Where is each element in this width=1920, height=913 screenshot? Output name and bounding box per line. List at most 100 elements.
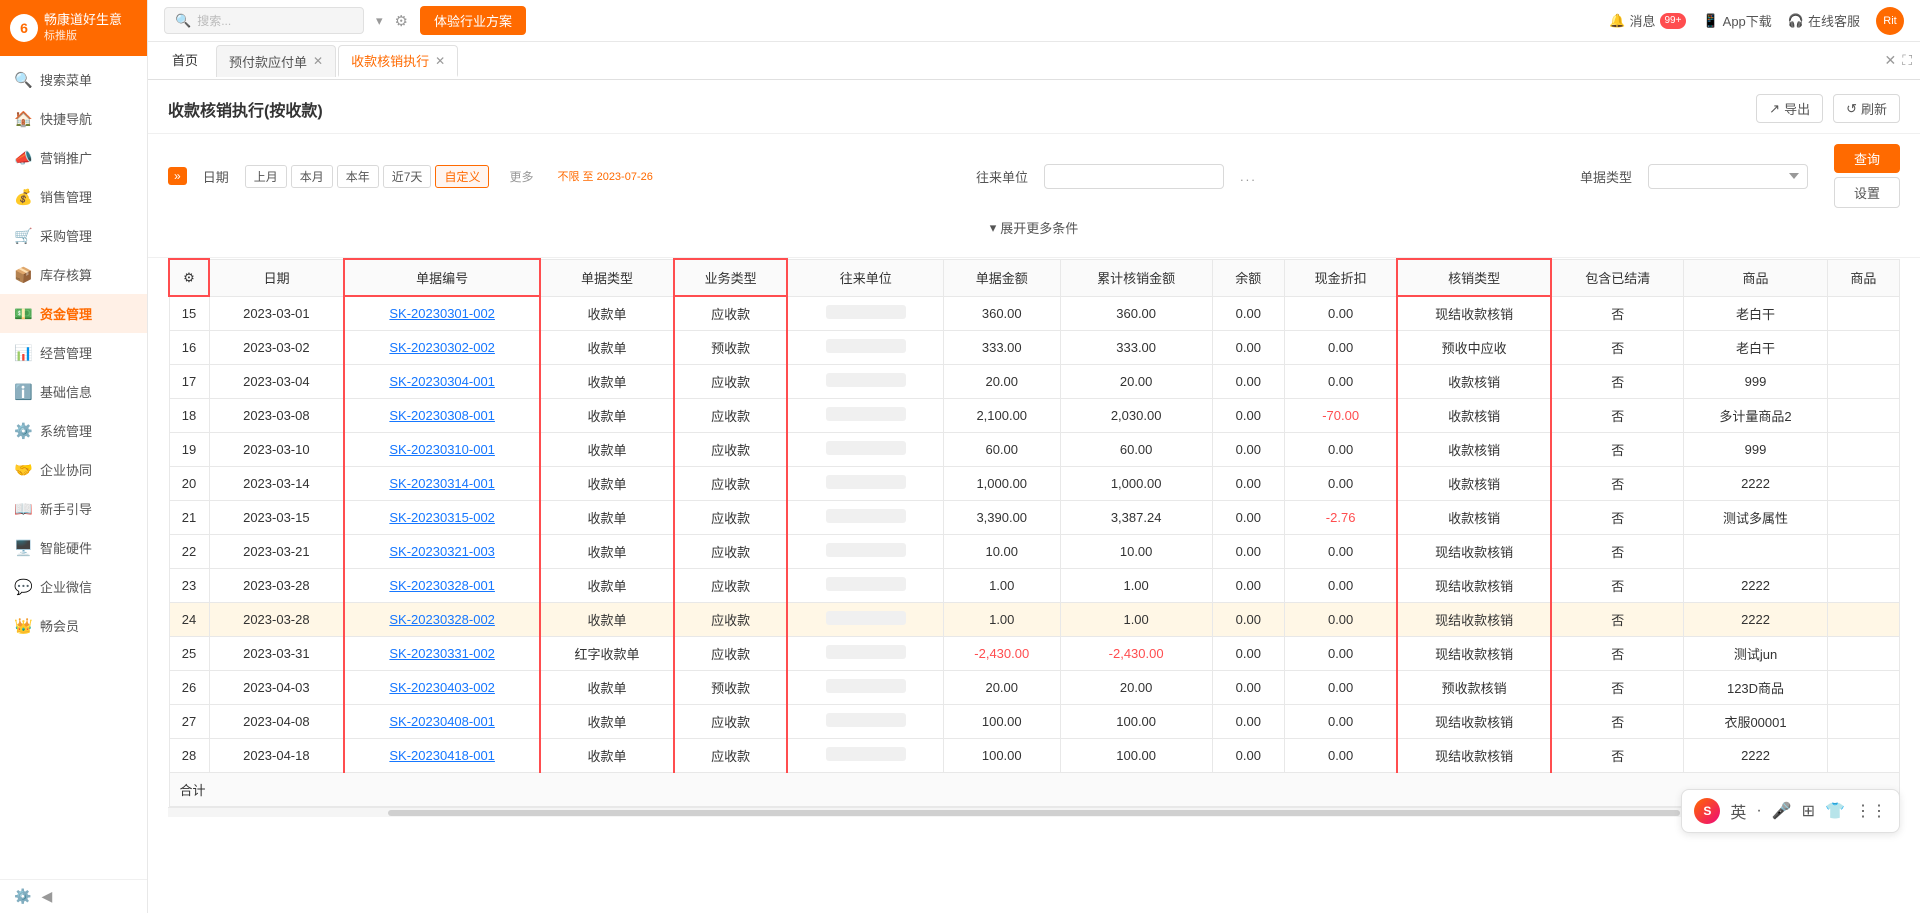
cell-goods1: 999	[1684, 365, 1827, 399]
topbar-search[interactable]: 🔍 搜索...	[164, 7, 364, 34]
cell-voucher-type: 收款单	[540, 467, 674, 501]
th-writeoff-type: 核销类型	[1397, 259, 1551, 296]
cell-goods2	[1827, 671, 1899, 705]
cell-no: 18	[169, 399, 209, 433]
sidebar-item-enterprise[interactable]: 🤝企业协同	[0, 450, 147, 489]
date-custom-btn[interactable]: 自定义	[435, 165, 489, 188]
cell-voucher-no: SK-20230314-001	[344, 467, 540, 501]
sidebar-label-marketing: 营销推广	[40, 148, 92, 167]
filter-toggle-icon[interactable]: »	[168, 167, 187, 185]
settings-icon[interactable]: ⚙️	[14, 888, 31, 905]
cell-writeoff-type: 现结收款核销	[1397, 739, 1551, 773]
more-options-dots[interactable]: ...	[1240, 169, 1257, 184]
date-btn-近7天[interactable]: 近7天	[383, 165, 432, 188]
sidebar-item-sales[interactable]: 💰销售管理	[0, 177, 147, 216]
table-scroll-bar[interactable]	[168, 807, 1900, 817]
voucher-link[interactable]: SK-20230301-002	[389, 306, 495, 321]
more-date-icon[interactable]: 更多	[509, 168, 533, 185]
table-row: 17 2023-03-04 SK-20230304-001 收款单 应收款 20…	[169, 365, 1900, 399]
date-btn-本年[interactable]: 本年	[337, 165, 379, 188]
th-date: 日期	[209, 259, 344, 296]
cell-written-off: 2,030.00	[1060, 399, 1212, 433]
cell-writeoff-type: 收款核销	[1397, 501, 1551, 535]
widget-icon-2[interactable]: ·	[1756, 802, 1761, 820]
tab-home[interactable]: 首页	[156, 42, 214, 80]
export-button[interactable]: ↗ 导出	[1756, 94, 1823, 123]
close-window-icon[interactable]: ✕	[1884, 52, 1896, 69]
voucher-link[interactable]: SK-20230314-001	[389, 476, 495, 491]
cell-writeoff-type: 收款核销	[1397, 399, 1551, 433]
voucher-link[interactable]: SK-20230408-001	[389, 714, 495, 729]
cell-balance: 0.00	[1212, 501, 1284, 535]
gear-icon[interactable]: ⚙	[395, 12, 408, 30]
table-wrap: ⚙ 日期 单据编号 单据类型 业务类型 往来单位 单据金额 累计核销金额 余额 …	[148, 258, 1920, 837]
mobile-icon: 📱	[1702, 13, 1718, 29]
date-btn-本月[interactable]: 本月	[291, 165, 333, 188]
cell-voucher-type: 收款单	[540, 296, 674, 331]
tab-预付款应付单[interactable]: 预付款应付单✕	[216, 45, 336, 77]
voucher-link[interactable]: SK-20230328-001	[389, 578, 495, 593]
sidebar-item-operation[interactable]: 📊经营管理	[0, 333, 147, 372]
voucher-link[interactable]: SK-20230315-002	[389, 510, 495, 525]
voucher-type-select[interactable]	[1648, 164, 1808, 189]
notifications-item[interactable]: 🔔 消息 99+	[1609, 11, 1686, 30]
sidebar-logo: 6 畅康道好生意 标推版	[0, 0, 147, 56]
date-btn-上月[interactable]: 上月	[245, 165, 287, 188]
widget-icon-shirt[interactable]: 👕	[1825, 801, 1845, 821]
dropdown-arrow-icon[interactable]: ▾	[376, 13, 383, 29]
tab-close-icon[interactable]: ✕	[313, 54, 323, 68]
sidebar-item-quicknav[interactable]: 🏠快捷导航	[0, 99, 147, 138]
tab-收款核销执行[interactable]: 收款核销执行✕	[338, 45, 458, 77]
sidebar-item-wechat[interactable]: 💬企业微信	[0, 567, 147, 606]
sidebar-item-inventory[interactable]: 📦库存核算	[0, 255, 147, 294]
widget-icon-grid[interactable]: ⊞	[1802, 801, 1815, 821]
filter-row-1: » 日期 上月本月本年近7天自定义 更多 不限 至 2023-07-26 往来单…	[168, 144, 1900, 208]
cell-included: 否	[1551, 433, 1684, 467]
filter-expand-btn[interactable]: »	[168, 167, 187, 185]
expand-more-btn[interactable]: ▾ 展开更多条件	[990, 212, 1079, 243]
solution-button[interactable]: 体验行业方案	[420, 6, 526, 35]
th-gear[interactable]: ⚙	[169, 259, 209, 296]
tab-close-icon[interactable]: ✕	[435, 54, 445, 68]
cell-partner	[787, 399, 943, 433]
voucher-link[interactable]: SK-20230331-002	[389, 646, 495, 661]
voucher-link[interactable]: SK-20230403-002	[389, 680, 495, 695]
voucher-link[interactable]: SK-20230308-001	[389, 408, 495, 423]
enterprise-icon: 🤝	[14, 461, 32, 479]
th-goods1: 商品	[1684, 259, 1827, 296]
refresh-button[interactable]: ↺ 刷新	[1833, 94, 1900, 123]
sidebar-item-hardware[interactable]: 🖥️智能硬件	[0, 528, 147, 567]
sidebar-item-guide[interactable]: 📖新手引导	[0, 489, 147, 528]
source-input[interactable]	[1044, 164, 1224, 189]
voucher-link[interactable]: SK-20230328-002	[389, 612, 495, 627]
widget-icon-apps[interactable]: ⋮⋮	[1855, 801, 1887, 821]
query-button[interactable]: 查询	[1834, 144, 1900, 173]
sidebar-item-purchase[interactable]: 🛒采购管理	[0, 216, 147, 255]
voucher-link[interactable]: SK-20230418-001	[389, 748, 495, 763]
setting-button[interactable]: 设置	[1834, 177, 1900, 208]
cell-writeoff-type: 预收款核销	[1397, 671, 1551, 705]
sidebar-item-member[interactable]: 👑畅会员	[0, 606, 147, 645]
voucher-link[interactable]: SK-20230302-002	[389, 340, 495, 355]
voucher-link[interactable]: SK-20230321-003	[389, 544, 495, 559]
voucher-link[interactable]: SK-20230304-001	[389, 374, 495, 389]
voucher-link[interactable]: SK-20230310-001	[389, 442, 495, 457]
cell-amount: 1.00	[943, 603, 1060, 637]
page-wrapper: 收款核销执行(按收款) ↗ 导出 ↺ 刷新 »	[148, 80, 1920, 913]
avatar[interactable]: Rit	[1876, 7, 1904, 35]
widget-icon-mic[interactable]: 🎤	[1772, 801, 1792, 821]
widget-icon-1[interactable]: 英	[1730, 799, 1746, 823]
sidebar-item-basic[interactable]: ℹ️基础信息	[0, 372, 147, 411]
app-download-item[interactable]: 📱 App下载	[1702, 11, 1771, 30]
scroll-thumb[interactable]	[388, 810, 1680, 816]
cell-balance: 0.00	[1212, 569, 1284, 603]
sidebar-item-search[interactable]: 🔍搜索菜单	[0, 60, 147, 99]
collapse-icon[interactable]: ◀	[41, 888, 52, 905]
maximize-icon[interactable]: ⛶	[1902, 52, 1912, 69]
sidebar-item-finance[interactable]: 💵资金管理	[0, 294, 147, 333]
online-service-item[interactable]: 🎧 在线客服	[1788, 11, 1860, 30]
cell-balance: 0.00	[1212, 331, 1284, 365]
sidebar-item-system[interactable]: ⚙️系统管理	[0, 411, 147, 450]
sidebar-item-marketing[interactable]: 📣营销推广	[0, 138, 147, 177]
cell-voucher-no: SK-20230328-001	[344, 569, 540, 603]
